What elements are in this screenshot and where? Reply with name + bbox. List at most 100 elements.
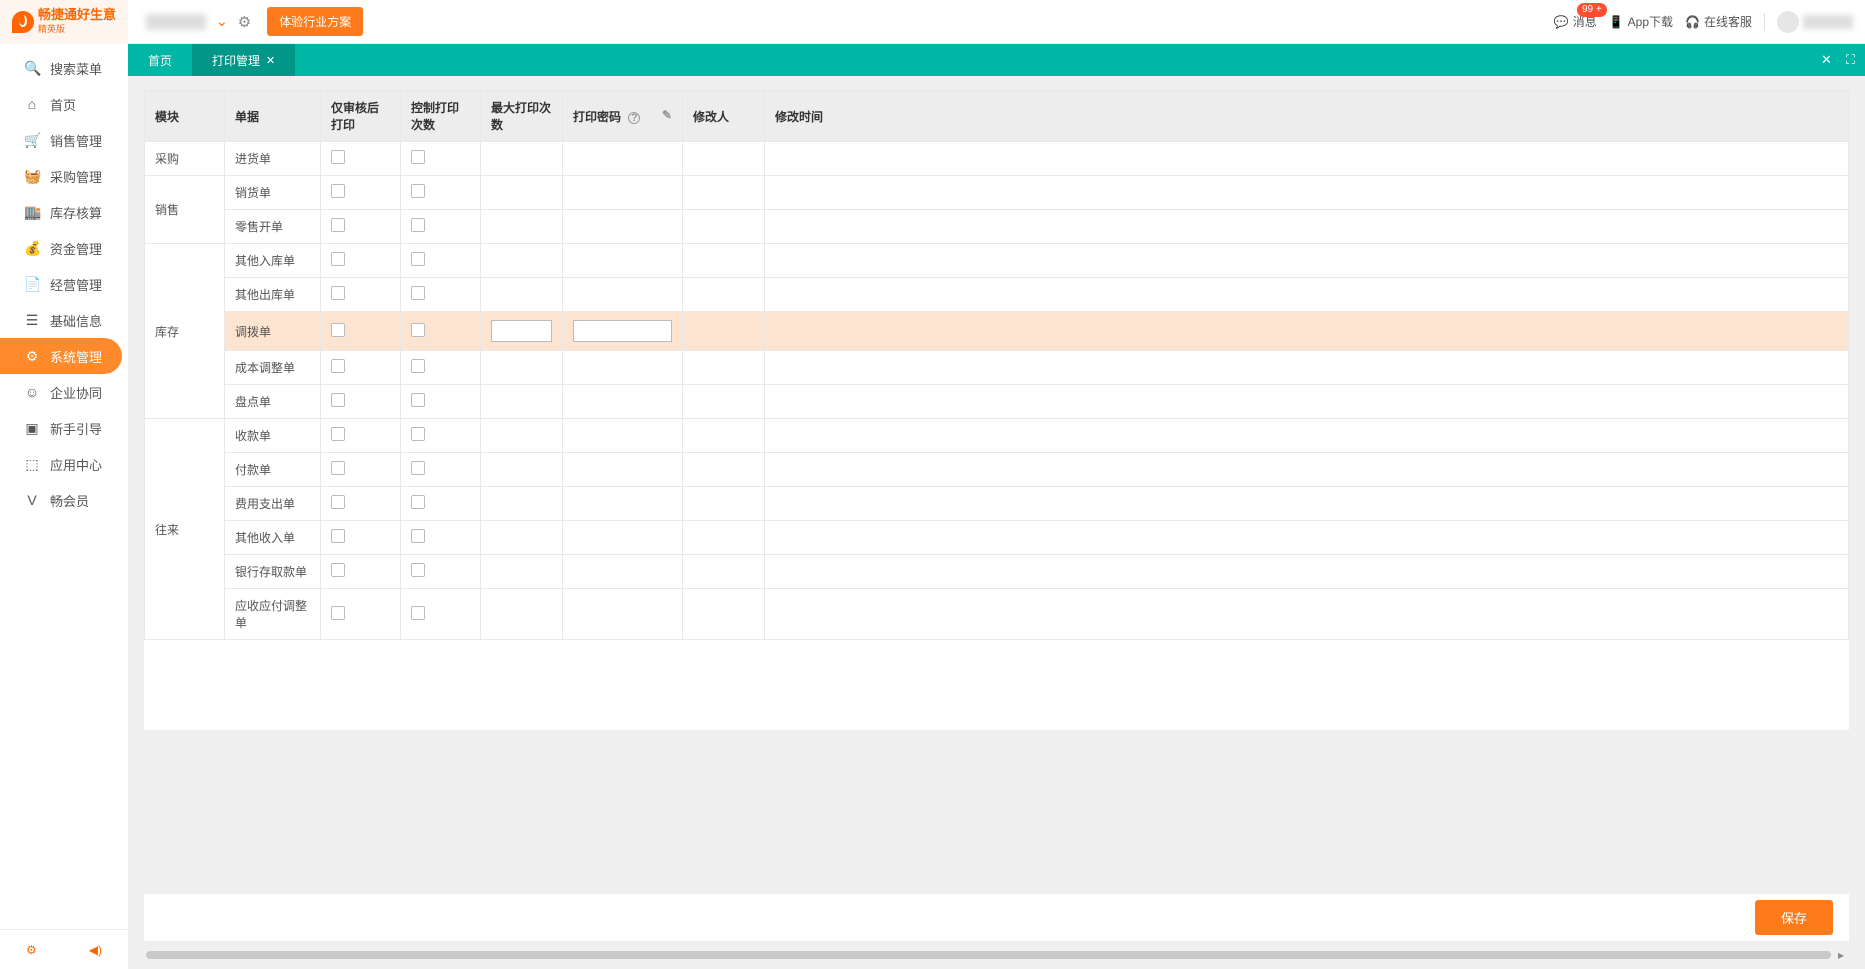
checkbox[interactable] [411,529,425,543]
checkbox[interactable] [411,563,425,577]
table-row: 盘点单 [145,385,1849,419]
sidebar-item-funds[interactable]: 💰资金管理 [0,230,128,266]
sidebar-item-basic[interactable]: ☰基础信息 [0,302,128,338]
cell-max-count [481,142,563,176]
checkbox[interactable] [331,286,345,300]
cell-ctrl-count [401,453,481,487]
checkbox[interactable] [411,606,425,620]
sidebar-item-guide[interactable]: ▣新手引导 [0,410,128,446]
cell-doc: 其他入库单 [225,244,321,278]
checkbox[interactable] [411,495,425,509]
checkbox[interactable] [411,218,425,232]
checkbox[interactable] [411,286,425,300]
help-icon[interactable]: ? [628,112,640,124]
checkbox[interactable] [331,150,345,164]
collapse-icon[interactable]: ◀) [89,943,102,957]
app-download-link[interactable]: 📱 App下载 [1609,13,1673,30]
online-service-link[interactable]: 🎧 在线客服 [1685,13,1752,30]
checkbox[interactable] [331,563,345,577]
sidebar-footer: ⚙ ◀) [0,929,128,969]
cell-password [563,453,683,487]
tab-close-all-icon[interactable]: ✕ [1821,52,1832,68]
checkbox[interactable] [411,427,425,441]
edit-icon[interactable]: ✎ [662,108,672,122]
sidebar-item-appcenter[interactable]: ⬚应用中心 [0,446,128,482]
checkbox[interactable] [411,461,425,475]
industry-plan-button[interactable]: 体验行业方案 [267,7,363,36]
checkbox[interactable] [331,427,345,441]
cell-modifier [683,142,765,176]
th-audit: 仅审核后打印 [321,91,401,142]
table-row: 零售开单 [145,210,1849,244]
checkbox[interactable] [331,495,345,509]
tab-首页[interactable]: 首页 [128,44,192,76]
cell-audit-only [321,487,401,521]
sidebar-item-operation[interactable]: 📄经营管理 [0,266,128,302]
table-row: 成本调整单 [145,351,1849,385]
cell-modtime [765,453,1849,487]
checkbox[interactable] [331,252,345,266]
home-icon: ⌂ [24,96,40,112]
max-count-input[interactable] [491,320,552,342]
checkbox[interactable] [331,393,345,407]
inventory-icon: 🏬 [24,204,40,221]
cell-max-count [481,589,563,640]
sidebar-item-search-menu[interactable]: 🔍搜索菜单 [0,50,128,86]
cell-module: 库存 [145,244,225,419]
chat-icon: 💬 [1554,15,1569,29]
checkbox[interactable] [411,393,425,407]
checkbox[interactable] [331,529,345,543]
fullscreen-icon[interactable]: ⛶ [1846,52,1855,68]
headset-icon: 🎧 [1685,15,1700,29]
checkbox[interactable] [331,218,345,232]
password-input[interactable] [573,320,672,342]
checkbox[interactable] [331,184,345,198]
logo[interactable]: 畅捷通好生意 精英版 [0,0,128,44]
sidebar-item-purchase[interactable]: 🧺采购管理 [0,158,128,194]
sidebar-item-collab[interactable]: ☺企业协同 [0,374,128,410]
scrollbar-arrow-right[interactable]: ▸ [1835,949,1847,961]
messages-link[interactable]: 💬 消息 99 + [1554,13,1597,30]
phone-icon: 📱 [1609,15,1624,29]
cell-doc: 其他收入单 [225,521,321,555]
member-icon: V [24,492,40,508]
checkbox[interactable] [331,323,345,337]
cell-modtime [765,385,1849,419]
settings-icon[interactable]: ⚙ [26,943,37,957]
checkbox[interactable] [411,150,425,164]
user-menu[interactable] [1777,11,1853,33]
tab-close-icon[interactable]: ✕ [266,54,275,67]
company-selector[interactable]: ⌄ ⚙ [146,13,267,31]
checkbox[interactable] [331,461,345,475]
sidebar-item-system[interactable]: ⚙系统管理 [0,338,122,374]
checkbox[interactable] [411,184,425,198]
cell-doc: 应收应付调整单 [225,589,321,640]
checkbox[interactable] [411,359,425,373]
scrollbar-thumb[interactable] [146,951,1831,959]
operation-icon: 📄 [24,276,40,293]
table-row: 费用支出单 [145,487,1849,521]
checkbox[interactable] [411,323,425,337]
sidebar-item-inventory[interactable]: 🏬库存核算 [0,194,128,230]
sidebar-item-member[interactable]: V畅会员 [0,482,128,518]
cell-modifier [683,589,765,640]
checkbox[interactable] [331,606,345,620]
save-button[interactable]: 保存 [1755,900,1833,935]
checkbox[interactable] [331,359,345,373]
cell-max-count [481,555,563,589]
cell-module: 销售 [145,176,225,244]
sidebar-item-sales[interactable]: 🛒销售管理 [0,122,128,158]
messages-badge: 99 + [1577,3,1607,17]
cell-ctrl-count [401,385,481,419]
horizontal-scrollbar[interactable]: ▸ [144,949,1849,961]
cell-ctrl-count [401,278,481,312]
sidebar-item-home[interactable]: ⌂首页 [0,86,128,122]
table-row: 付款单 [145,453,1849,487]
tab-打印管理[interactable]: 打印管理✕ [192,44,295,76]
checkbox[interactable] [411,252,425,266]
cell-modtime [765,521,1849,555]
table-row: 银行存取款单 [145,555,1849,589]
sidebar-item-label: 新手引导 [50,419,102,438]
cell-max-count [481,487,563,521]
gear-icon[interactable]: ⚙ [238,13,251,31]
